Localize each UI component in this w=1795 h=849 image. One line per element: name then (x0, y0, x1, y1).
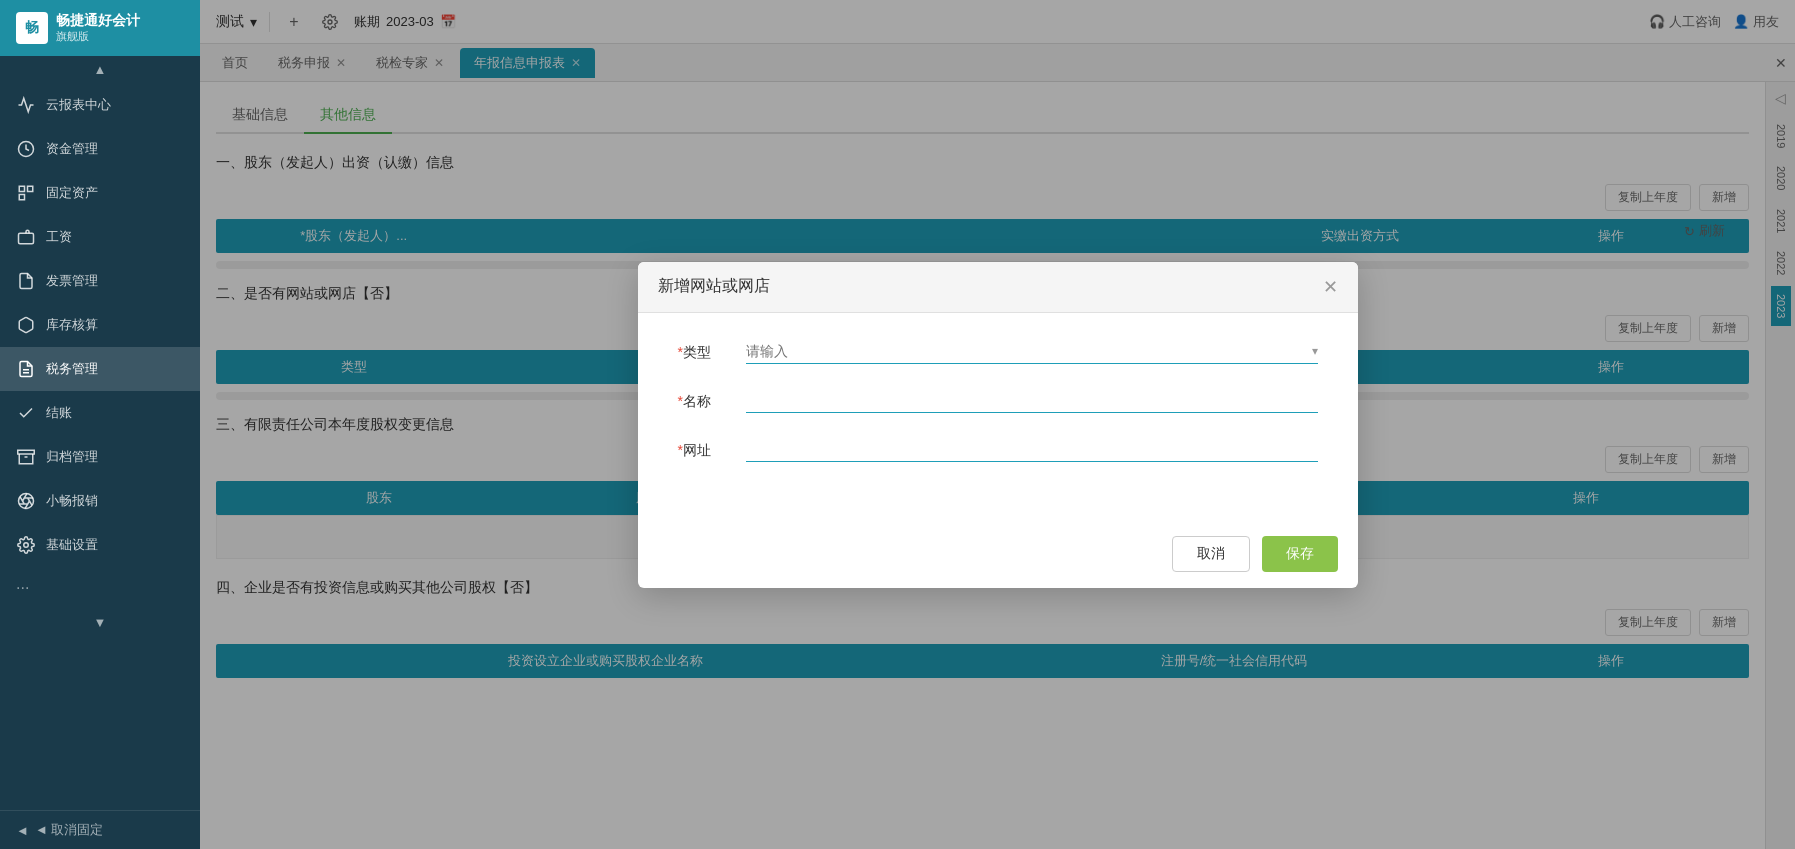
type-label: *类型 (678, 344, 738, 362)
url-input-wrapper[interactable] (746, 441, 1318, 462)
sidebar-item-archive[interactable]: 归档管理 (0, 435, 200, 479)
sidebar-item-label: 归档管理 (46, 448, 98, 466)
sidebar-item-label: 工资 (46, 228, 72, 246)
add-website-modal: 新增网站或网店 ✕ *类型 ▾ (638, 262, 1358, 588)
sidebar-item-xiaochang[interactable]: 小畅报销 (0, 479, 200, 523)
sidebar-item-settlement[interactable]: 结账 (0, 391, 200, 435)
sidebar-pin-toggle[interactable]: ◄ ◄ 取消固定 (0, 810, 200, 849)
url-input[interactable] (746, 441, 1318, 457)
modal-close-button[interactable]: ✕ (1323, 276, 1338, 298)
modal-footer: 取消 保存 (638, 520, 1358, 588)
type-input-wrapper[interactable]: ▾ (746, 343, 1318, 364)
sidebar-item-fund[interactable]: 资金管理 (0, 127, 200, 171)
name-input-wrapper[interactable] (746, 392, 1318, 413)
cloud-report-icon (16, 95, 36, 115)
sidebar-item-label: 税务管理 (46, 360, 98, 378)
sidebar-item-label: 资金管理 (46, 140, 98, 158)
logo-title: 畅捷通好会计 (56, 12, 140, 29)
sidebar-item-label: 固定资产 (46, 184, 98, 202)
modal-body: *类型 ▾ *名称 (638, 313, 1358, 520)
xiaochang-icon (16, 491, 36, 511)
type-dropdown-icon: ▾ (1312, 344, 1318, 358)
sidebar-item-cloud-report[interactable]: 云报表中心 (0, 83, 200, 127)
modal-overlay: 新增网站或网店 ✕ *类型 ▾ (200, 0, 1795, 849)
type-input[interactable] (746, 343, 1312, 359)
form-row-url: *网址 (678, 441, 1318, 462)
sidebar: 畅 畅捷通好会计 旗舰版 ▲ 云报表中心 资金管理 (0, 0, 200, 849)
sidebar-nav: ▲ 云报表中心 资金管理 固定资产 (0, 56, 200, 810)
sidebar-item-tax[interactable]: 税务管理 (0, 347, 200, 391)
sidebar-item-invoice[interactable]: 发票管理 (0, 259, 200, 303)
sidebar-scroll-down[interactable]: ▼ (0, 609, 200, 636)
logo-icon: 畅 (16, 12, 48, 44)
main-area: 测试 ▾ + 账期 2023-03 📅 🎧 人工咨询 👤 用友 (200, 0, 1795, 849)
svg-rect-7 (18, 450, 35, 454)
form-row-name: *名称 (678, 392, 1318, 413)
logo-subtitle: 旗舰版 (56, 29, 140, 44)
sidebar-item-more[interactable]: ··· (0, 567, 200, 609)
sidebar-item-settings[interactable]: 基础设置 (0, 523, 200, 567)
form-row-type: *类型 ▾ (678, 343, 1318, 364)
tax-icon (16, 359, 36, 379)
cancel-button[interactable]: 取消 (1172, 536, 1250, 572)
sidebar-logo: 畅 畅捷通好会计 旗舰版 (0, 0, 200, 56)
sidebar-item-payroll[interactable]: 工资 (0, 215, 200, 259)
svg-rect-1 (19, 186, 24, 191)
sidebar-item-label: 库存核算 (46, 316, 98, 334)
settings-icon (16, 535, 36, 555)
fixed-asset-icon (16, 183, 36, 203)
sidebar-item-label: 发票管理 (46, 272, 98, 290)
modal-header: 新增网站或网店 ✕ (638, 262, 1358, 313)
archive-icon (16, 447, 36, 467)
save-button[interactable]: 保存 (1262, 536, 1338, 572)
sidebar-item-label: 结账 (46, 404, 72, 422)
sidebar-item-inventory[interactable]: 库存核算 (0, 303, 200, 347)
sidebar-scroll-up[interactable]: ▲ (0, 56, 200, 83)
svg-point-10 (24, 543, 29, 548)
inventory-icon (16, 315, 36, 335)
invoice-icon (16, 271, 36, 291)
svg-rect-2 (28, 186, 33, 191)
name-label: *名称 (678, 393, 738, 411)
sidebar-item-label: 基础设置 (46, 536, 98, 554)
sidebar-item-label: 小畅报销 (46, 492, 98, 510)
url-label: *网址 (678, 442, 738, 460)
payroll-icon (16, 227, 36, 247)
sidebar-item-fixed-asset[interactable]: 固定资产 (0, 171, 200, 215)
sidebar-item-label: 云报表中心 (46, 96, 111, 114)
modal-title: 新增网站或网店 (658, 276, 770, 297)
name-input[interactable] (746, 392, 1318, 408)
svg-rect-3 (19, 195, 24, 200)
settlement-icon (16, 403, 36, 423)
svg-rect-4 (19, 233, 34, 244)
fund-icon (16, 139, 36, 159)
